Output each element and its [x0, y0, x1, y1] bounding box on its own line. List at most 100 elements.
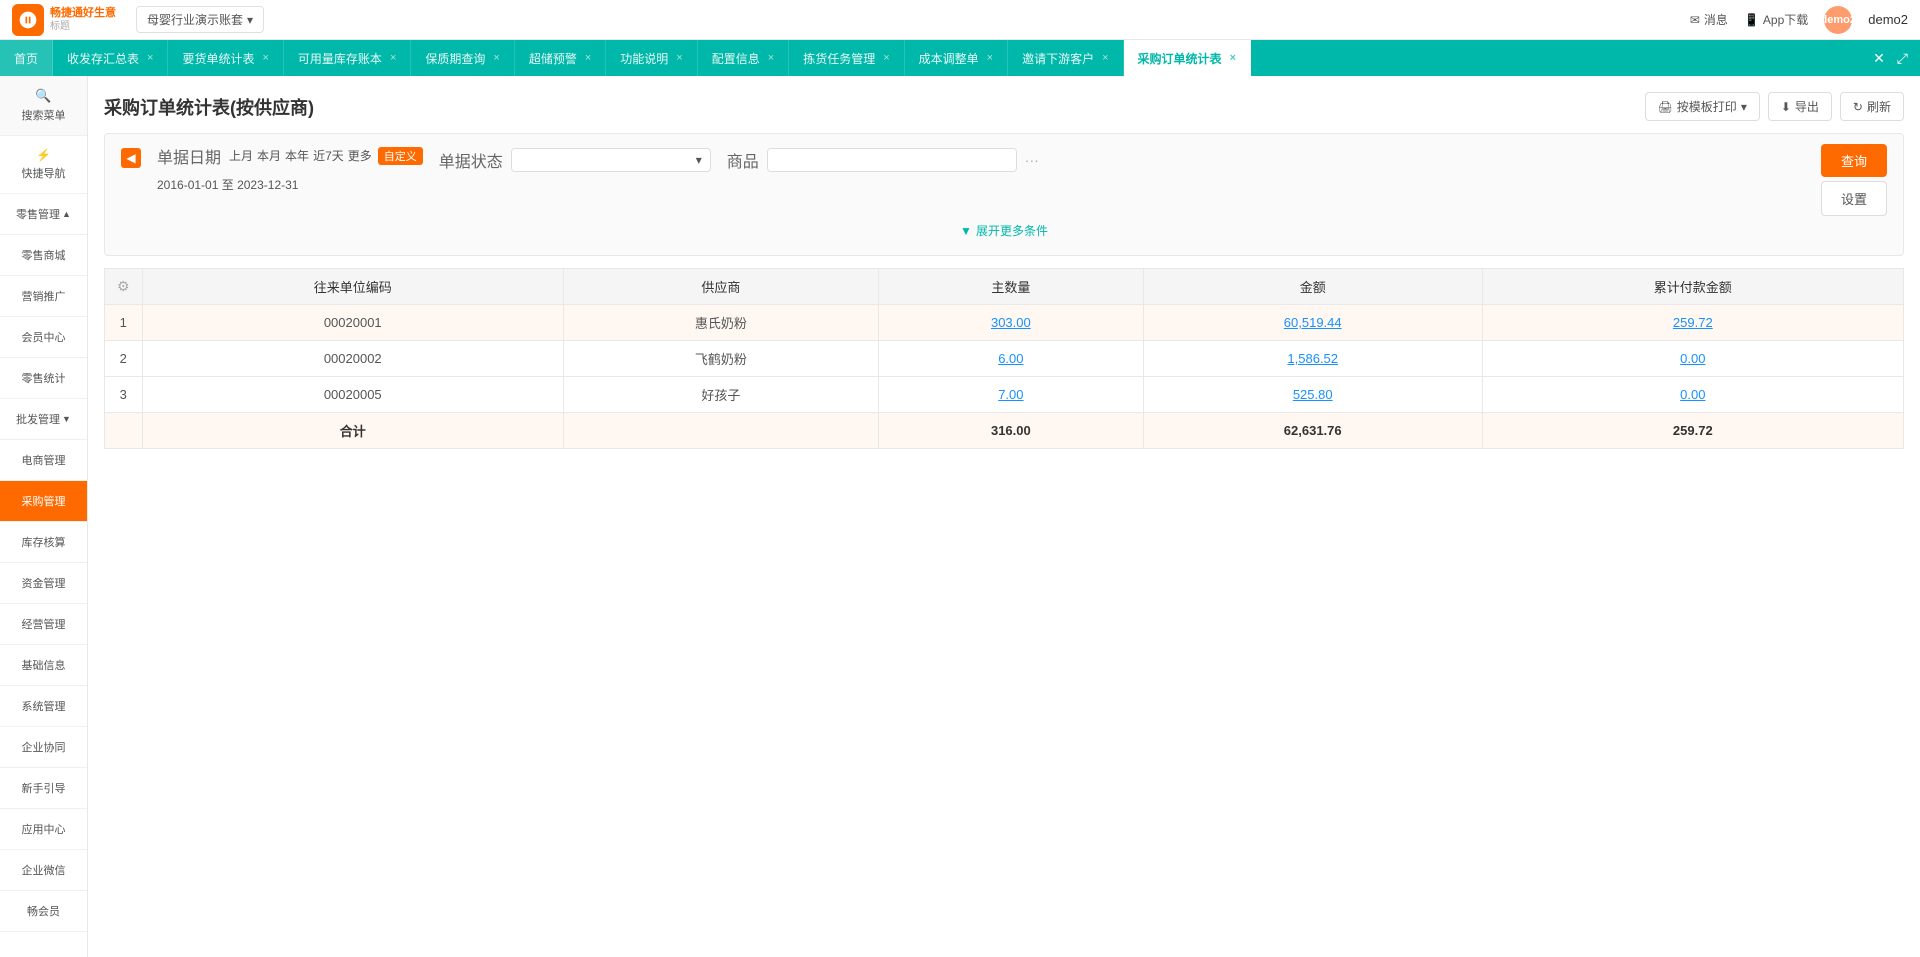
sidebar-item-retail-mgmt[interactable]: 零售管理 ▲ [0, 194, 87, 235]
sidebar-item-app-center[interactable]: 应用中心 [0, 809, 87, 850]
expand-icon: ▼ [960, 224, 972, 238]
shortcut-this-month[interactable]: 本月 [257, 147, 281, 165]
col-settings[interactable]: ⚙ [105, 269, 143, 305]
paid-link[interactable]: 0.00 [1680, 351, 1705, 366]
app-download-button[interactable]: 📱 App下载 [1744, 11, 1808, 28]
sidebar-item-enterprise-wechat[interactable]: 企业微信 [0, 850, 87, 891]
col-paid: 累计付款金额 [1482, 269, 1903, 305]
close-icon[interactable]: × [676, 52, 682, 64]
close-icon[interactable]: × [262, 52, 268, 64]
close-icon[interactable]: × [883, 52, 889, 64]
sidebar-item-retail-shop[interactable]: 零售商城 [0, 235, 87, 276]
page-content: 采购订单统计表(按供应商) 🖨 按模板打印 ▾ ⬇ 导出 ↻ 刷新 [88, 76, 1920, 957]
gear-icon[interactable]: ⚙ [117, 278, 130, 294]
table-row: 2 00020002 飞鹤奶粉 6.00 1,586.52 0.00 [105, 341, 1904, 377]
table-footer-row: 合计 316.00 62,631.76 259.72 [105, 413, 1904, 449]
close-icon[interactable]: × [390, 52, 396, 64]
status-filter: 单据状态 ▾ [439, 148, 711, 172]
sidebar-item-newbie[interactable]: 新手引导 [0, 768, 87, 809]
sidebar-item-operation[interactable]: 经营管理 [0, 604, 87, 645]
close-icon[interactable]: × [768, 52, 774, 64]
dropdown-icon: ▾ [1741, 100, 1747, 114]
close-icon[interactable]: × [1102, 52, 1108, 64]
amount-link[interactable]: 525.80 [1293, 387, 1333, 402]
sidebar-item-system[interactable]: 系统管理 [0, 686, 87, 727]
tab-cost-adjust[interactable]: 成本调整单 × [905, 40, 1008, 76]
close-icon[interactable]: × [493, 52, 499, 64]
tab-receive-pay[interactable]: 收发存汇总表 × [53, 40, 168, 76]
shortcut-more[interactable]: 更多 [348, 147, 372, 165]
sidebar-item-enterprise-collab[interactable]: 企业协同 [0, 727, 87, 768]
content-area: 采购订单统计表(按供应商) 🖨 按模板打印 ▾ ⬇ 导出 ↻ 刷新 [88, 76, 1920, 957]
qty-link[interactable]: 303.00 [991, 315, 1031, 330]
sidebar-item-stock-check[interactable]: 库存核算 [0, 522, 87, 563]
message-button[interactable]: ✉ 消息 [1690, 11, 1728, 28]
chevron-down-icon: ▾ [247, 13, 253, 27]
amount-link[interactable]: 1,586.52 [1287, 351, 1338, 366]
tab-config-info[interactable]: 配置信息 × [698, 40, 789, 76]
tab-overstock[interactable]: 超储预警 × [515, 40, 606, 76]
filter-settings-button[interactable]: 设置 [1821, 181, 1887, 216]
date-filter: 单据日期 上月 本月 本年 近7天 更多 自定义 2016-01-0 [157, 144, 423, 193]
export-button[interactable]: ⬇ 导出 [1768, 92, 1832, 121]
row-paid: 0.00 [1482, 341, 1903, 377]
tab-function-desc[interactable]: 功能说明 × [606, 40, 697, 76]
expand-filters-button[interactable]: ▼ 展开更多条件 [960, 222, 1048, 239]
filter-toggle[interactable]: ◀ [121, 148, 141, 168]
status-select[interactable]: ▾ [511, 148, 711, 172]
tab-purchase-summary[interactable]: 采购订单统计表 × [1124, 40, 1251, 76]
query-actions: 查询 设置 [1821, 144, 1887, 216]
goods-input[interactable] [767, 148, 1017, 172]
more-options-icon[interactable]: ··· [1025, 152, 1039, 168]
close-all-tabs-button[interactable]: ✕ [1869, 48, 1889, 69]
refresh-button[interactable]: ↻ 刷新 [1840, 92, 1904, 121]
shortcut-prev-month[interactable]: 上月 [229, 147, 253, 165]
footer-empty [105, 413, 143, 449]
print-button[interactable]: 🖨 按模板打印 ▾ [1645, 92, 1760, 121]
close-icon-active[interactable]: × [1230, 52, 1236, 64]
tab-usable-stock[interactable]: 可用量库存账本 × [284, 40, 411, 76]
tab-picking-task[interactable]: 拣货任务管理 × [789, 40, 904, 76]
print-icon: 🖨 [1658, 100, 1673, 114]
qty-link[interactable]: 7.00 [998, 387, 1023, 402]
table-row: 1 00020001 惠氏奶粉 303.00 60,519.44 259.72 [105, 305, 1904, 341]
sidebar-item-wholesale[interactable]: 批发管理 ▼ [0, 399, 87, 440]
custom-tag[interactable]: 自定义 [378, 147, 423, 165]
user-avatar[interactable]: demo2 [1824, 6, 1852, 34]
tab-order-summary[interactable]: 要货单统计表 × [168, 40, 283, 76]
sidebar-item-marketing[interactable]: 营销推广 [0, 276, 87, 317]
paid-link[interactable]: 259.72 [1673, 315, 1713, 330]
shortcut-this-year[interactable]: 本年 [285, 147, 309, 165]
sidebar-item-member-center[interactable]: 会员中心 [0, 317, 87, 358]
page-title: 采购订单统计表(按供应商) [104, 94, 314, 120]
close-icon[interactable]: × [147, 52, 153, 64]
footer-amount: 62,631.76 [1143, 413, 1482, 449]
close-icon[interactable]: × [987, 52, 993, 64]
sidebar-item-ecommerce[interactable]: 电商管理 [0, 440, 87, 481]
fullscreen-button[interactable]: ⤢ [1893, 48, 1912, 69]
sidebar-item-member[interactable]: 畅会员 [0, 891, 87, 932]
row-paid: 0.00 [1482, 377, 1903, 413]
close-icon[interactable]: × [585, 52, 591, 64]
shortcut-7days[interactable]: 近7天 [313, 147, 344, 165]
date-row: 单据日期 上月 本月 本年 近7天 更多 自定义 [157, 144, 423, 168]
tab-home[interactable]: 首页 [0, 40, 53, 76]
sidebar-quick-nav[interactable]: ⚡ 快捷导航 [0, 136, 87, 194]
date-shortcuts: 上月 本月 本年 近7天 更多 自定义 [229, 147, 423, 165]
collapse-icon[interactable]: ◀ [121, 148, 141, 168]
sidebar-item-fund[interactable]: 资金管理 [0, 563, 87, 604]
paid-link[interactable]: 0.00 [1680, 387, 1705, 402]
row-index: 3 [105, 377, 143, 413]
sidebar-item-basic-info[interactable]: 基础信息 [0, 645, 87, 686]
qty-link[interactable]: 6.00 [998, 351, 1023, 366]
nav-tabs: 首页 收发存汇总表 × 要货单统计表 × 可用量库存账本 × 保质期查询 × 超… [0, 40, 1920, 76]
tab-expiry[interactable]: 保质期查询 × [411, 40, 514, 76]
account-selector[interactable]: 母婴行业演示账套 ▾ [136, 6, 264, 33]
amount-link[interactable]: 60,519.44 [1284, 315, 1342, 330]
footer-qty: 316.00 [878, 413, 1143, 449]
tab-invite-downstream[interactable]: 邀请下游客户 × [1008, 40, 1123, 76]
sidebar-item-purchase[interactable]: 采购管理 [0, 481, 87, 522]
query-button[interactable]: 查询 [1821, 144, 1887, 177]
sidebar-search[interactable]: 🔍 搜索菜单 [0, 76, 87, 136]
sidebar-item-retail-stat[interactable]: 零售统计 [0, 358, 87, 399]
